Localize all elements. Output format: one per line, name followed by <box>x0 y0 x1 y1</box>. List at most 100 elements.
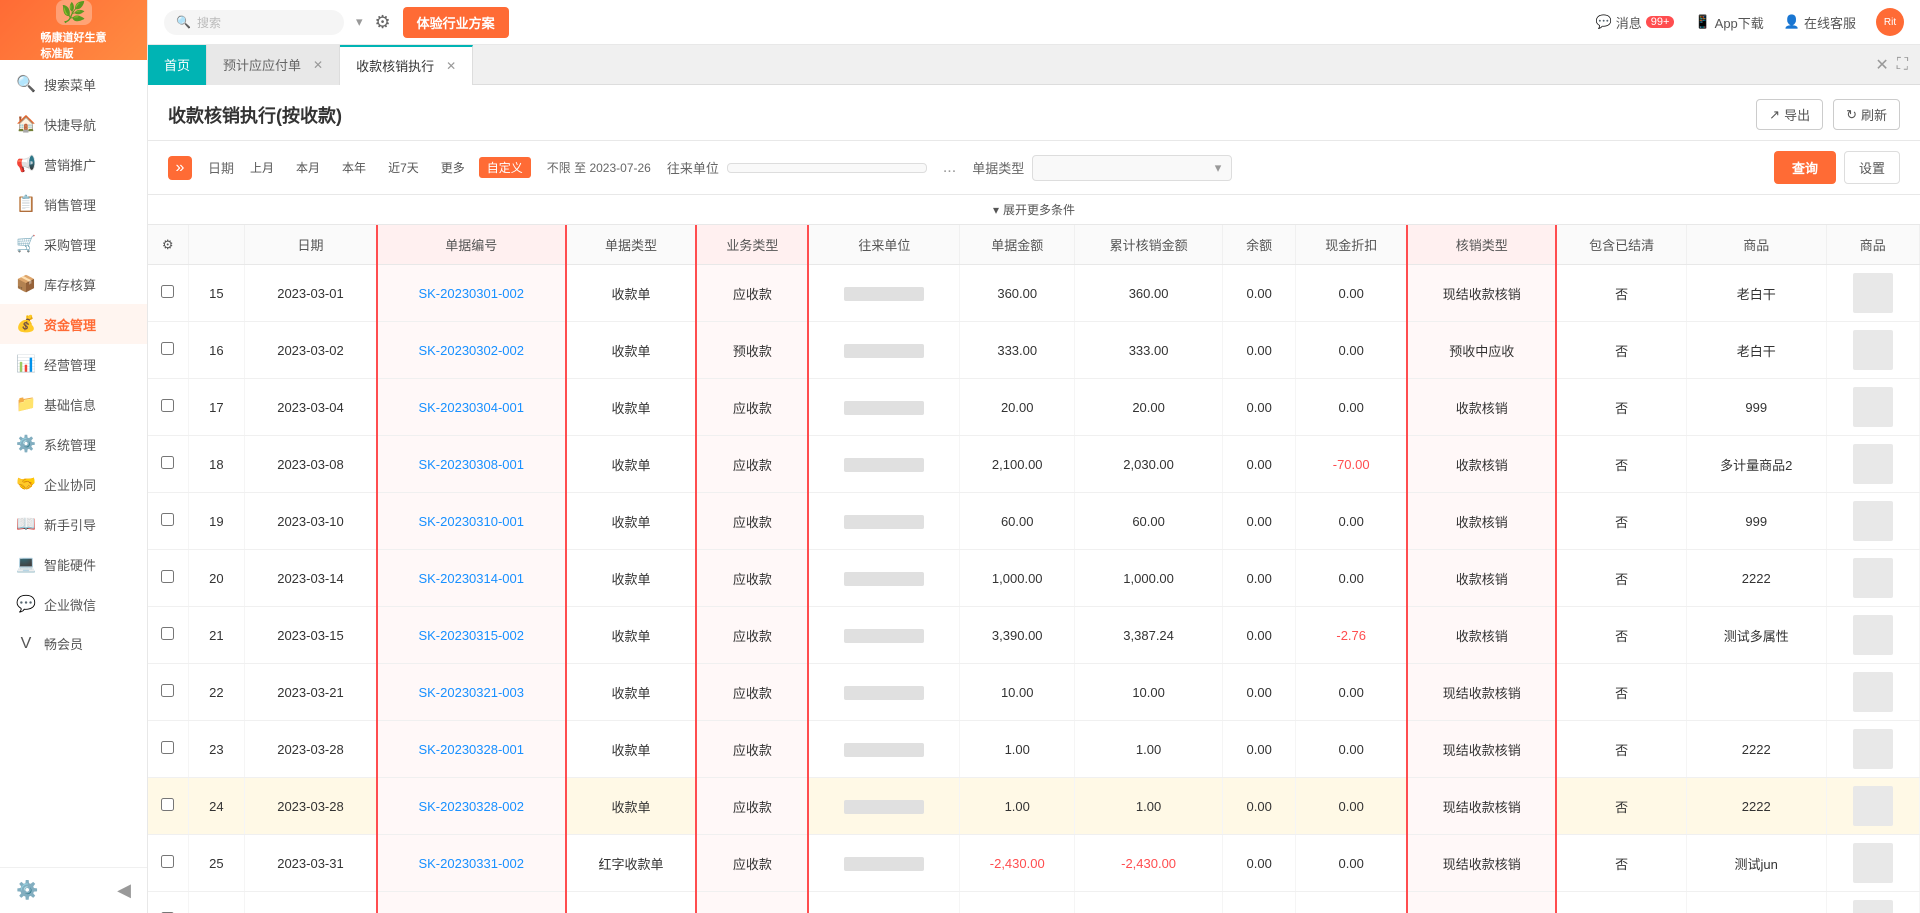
row-include-settled-5: 否 <box>1556 550 1686 607</box>
partner-input[interactable] <box>727 163 927 173</box>
tab-close-all-icon[interactable]: ✕ <box>1875 55 1888 75</box>
doc-type-select[interactable]: ▾ <box>1032 155 1232 181</box>
row-checkbox-10[interactable] <box>148 835 188 892</box>
sidebar-item-inventory[interactable]: 📦 库存核算 <box>0 264 147 304</box>
row-verify-type-9: 现结收款核销 <box>1407 778 1556 835</box>
app-icon: 📱 <box>1694 14 1710 30</box>
row-checkbox-11[interactable] <box>148 892 188 913</box>
doc-no-link-1[interactable]: SK-20230302-002 <box>418 343 524 358</box>
row-checkbox-5[interactable] <box>148 550 188 607</box>
row-cb-1[interactable] <box>161 342 174 355</box>
sidebar-item-operations[interactable]: 📊 经营管理 <box>0 344 147 384</box>
row-checkbox-1[interactable] <box>148 322 188 379</box>
online-service-item[interactable]: 👤 在线客服 <box>1784 13 1856 32</box>
sidebar-item-search[interactable]: 🔍 搜索菜单 <box>0 64 147 104</box>
doc-no-link-8[interactable]: SK-20230328-001 <box>418 742 524 757</box>
search-box[interactable]: 🔍 搜索 <box>164 10 344 35</box>
sidebar-item-purchase[interactable]: 🛒 采购管理 <box>0 224 147 264</box>
tab-expand-icon[interactable]: ⛶ <box>1897 56 1908 74</box>
row-checkbox-0[interactable] <box>148 265 188 322</box>
row-checkbox-3[interactable] <box>148 436 188 493</box>
row-cb-8[interactable] <box>161 741 174 754</box>
sidebar-item-member[interactable]: V 畅会员 <box>0 624 147 663</box>
operations-label: 经营管理 <box>44 355 96 374</box>
col-settings[interactable]: ⚙ <box>148 225 188 265</box>
sidebar-item-basic-info[interactable]: 📁 基础信息 <box>0 384 147 424</box>
home-label: 首页 <box>164 55 190 74</box>
filter-toggle-button[interactable]: » <box>168 156 192 180</box>
tab-receipt-exec[interactable]: 收款核销执行 ✕ <box>340 45 473 85</box>
message-item[interactable]: 💬 消息 99+ <box>1596 13 1675 32</box>
row-goods2-8 <box>1826 721 1919 778</box>
doc-no-link-10[interactable]: SK-20230331-002 <box>418 856 524 871</box>
row-cumulative-6: 3,387.24 <box>1075 607 1223 664</box>
enterprise-label: 企业协同 <box>44 475 96 494</box>
row-cb-9[interactable] <box>161 798 174 811</box>
row-cb-7[interactable] <box>161 684 174 697</box>
doc-no-link-4[interactable]: SK-20230310-001 <box>418 514 524 529</box>
doc-no-link-2[interactable]: SK-20230304-001 <box>418 400 524 415</box>
row-cb-0[interactable] <box>161 285 174 298</box>
user-avatar[interactable]: Rit <box>1876 8 1904 36</box>
row-goods-2: 999 <box>1686 379 1826 436</box>
date-prev-month[interactable]: 上月 <box>242 157 282 178</box>
sidebar-item-hardware[interactable]: 💻 智能硬件 <box>0 544 147 584</box>
doc-no-link-6[interactable]: SK-20230315-002 <box>418 628 524 643</box>
date-more[interactable]: 更多 <box>433 157 473 178</box>
row-checkbox-8[interactable] <box>148 721 188 778</box>
row-no-5: 20 <box>188 550 245 607</box>
refresh-button[interactable]: ↻ 刷新 <box>1833 99 1900 130</box>
row-goods-11: 123D商品 <box>1686 892 1826 913</box>
settings-icon[interactable]: ⚙️ <box>16 880 38 901</box>
row-cb-4[interactable] <box>161 513 174 526</box>
date-7days[interactable]: 近7天 <box>380 157 427 178</box>
sidebar-item-wechat[interactable]: 💬 企业微信 <box>0 584 147 624</box>
row-verify-type-0: 现结收款核销 <box>1407 265 1556 322</box>
doc-no-link-9[interactable]: SK-20230328-002 <box>418 799 524 814</box>
query-button[interactable]: 查询 <box>1774 151 1836 184</box>
row-checkbox-6[interactable] <box>148 607 188 664</box>
wechat-label: 企业微信 <box>44 595 96 614</box>
row-verify-type-11: 预收款核销 <box>1407 892 1556 913</box>
row-doc-type-5: 收款单 <box>566 550 697 607</box>
row-verify-type-2: 收款核销 <box>1407 379 1556 436</box>
collapse-icon[interactable]: ◀ <box>117 880 131 901</box>
solution-button[interactable]: 体验行业方案 <box>403 7 509 38</box>
doc-no-link-7[interactable]: SK-20230321-003 <box>418 685 524 700</box>
app-download-item[interactable]: 📱 App下载 <box>1694 13 1763 32</box>
row-cb-10[interactable] <box>161 855 174 868</box>
tab-receivable[interactable]: 预计应应付单 ✕ <box>207 45 340 85</box>
doc-no-link-3[interactable]: SK-20230308-001 <box>418 457 524 472</box>
sidebar-item-quick-nav[interactable]: 🏠 快捷导航 <box>0 104 147 144</box>
row-cumulative-10: -2,430.00 <box>1075 835 1223 892</box>
row-cb-5[interactable] <box>161 570 174 583</box>
row-checkbox-9[interactable] <box>148 778 188 835</box>
sidebar-item-system[interactable]: ⚙️ 系统管理 <box>0 424 147 464</box>
tab-receivable-close[interactable]: ✕ <box>313 58 323 72</box>
row-cb-2[interactable] <box>161 399 174 412</box>
row-no-1: 16 <box>188 322 245 379</box>
doc-no-link-0[interactable]: SK-20230301-002 <box>418 286 524 301</box>
sidebar-item-enterprise[interactable]: 🤝 企业协同 <box>0 464 147 504</box>
row-cb-3[interactable] <box>161 456 174 469</box>
doc-no-link-5[interactable]: SK-20230314-001 <box>418 571 524 586</box>
tab-home[interactable]: 首页 <box>148 45 207 85</box>
date-this-month[interactable]: 本月 <box>288 157 328 178</box>
row-checkbox-7[interactable] <box>148 664 188 721</box>
expand-more-bar[interactable]: ▾ 展开更多条件 <box>148 195 1920 225</box>
row-balance-4: 0.00 <box>1223 493 1296 550</box>
col-cash-discount: 现金折扣 <box>1296 225 1407 265</box>
sidebar-item-sales[interactable]: 📋 销售管理 <box>0 184 147 224</box>
settings-filter-button[interactable]: 设置 <box>1844 151 1900 184</box>
date-custom-btn[interactable]: 自定义 <box>479 157 531 178</box>
sidebar-item-guide[interactable]: 📖 新手引导 <box>0 504 147 544</box>
row-cb-6[interactable] <box>161 627 174 640</box>
topbar-settings-icon[interactable]: ⚙ <box>375 12 391 33</box>
sidebar-item-marketing[interactable]: 📢 营销推广 <box>0 144 147 184</box>
date-this-year[interactable]: 本年 <box>334 157 374 178</box>
tab-receipt-exec-close[interactable]: ✕ <box>446 59 456 73</box>
row-checkbox-2[interactable] <box>148 379 188 436</box>
row-checkbox-4[interactable] <box>148 493 188 550</box>
export-button[interactable]: ↗ 导出 <box>1756 99 1823 130</box>
sidebar-item-capital[interactable]: 💰 资金管理 <box>0 304 147 344</box>
